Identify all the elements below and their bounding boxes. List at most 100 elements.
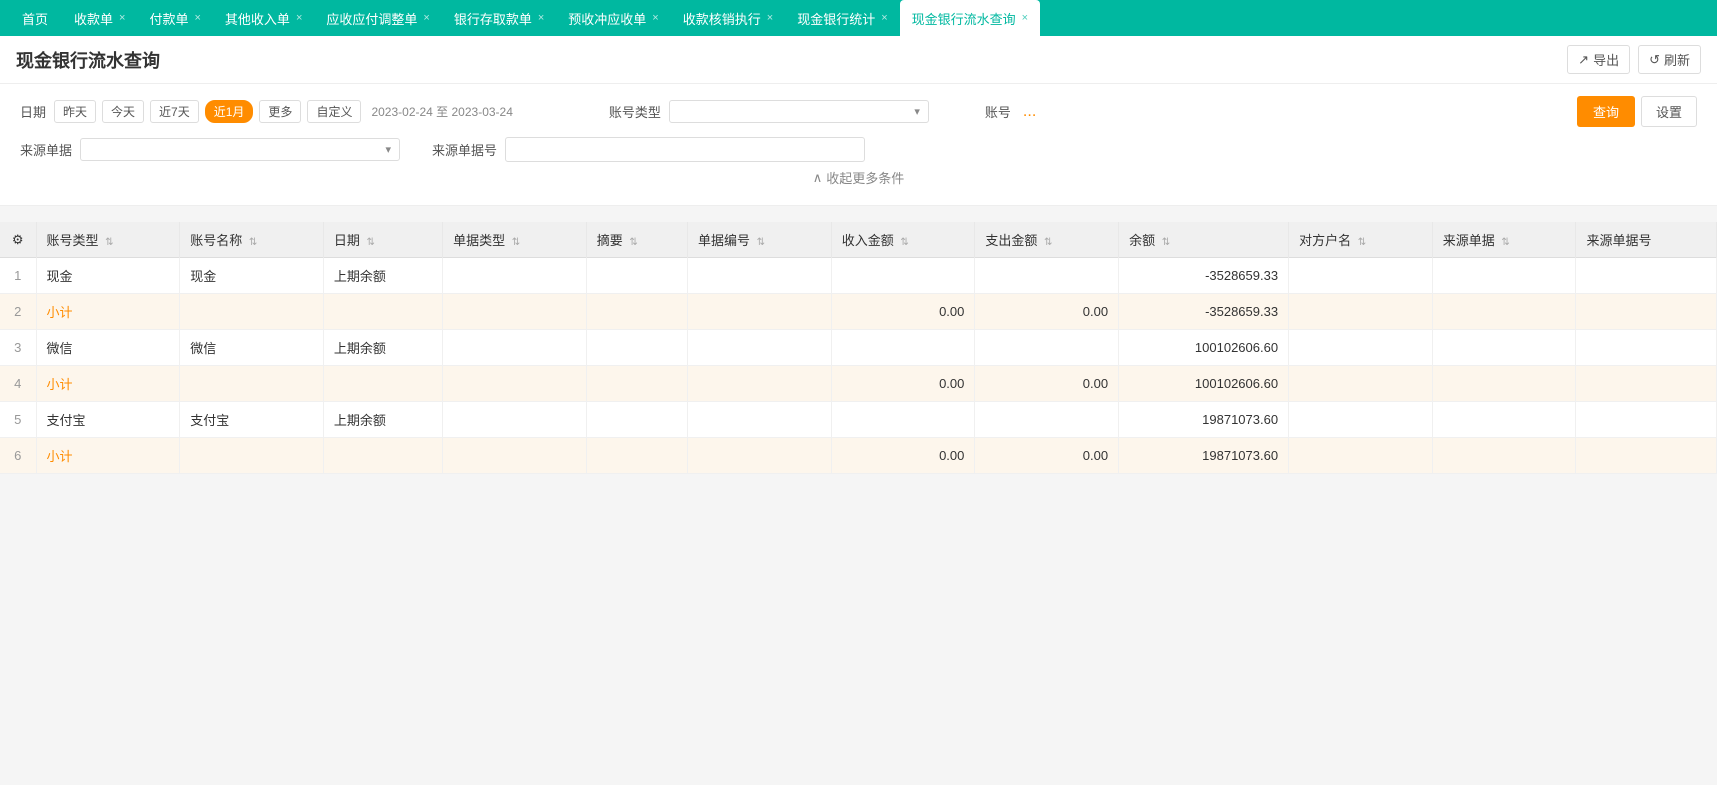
source-doc-no-filter-group: 来源单据号 [432,137,865,162]
export-button[interactable]: ↗ 导出 [1567,45,1630,74]
source-doc-no-input[interactable] [505,137,865,162]
collapse-button[interactable]: ∧ 收起更多条件 [20,162,1697,193]
table-row: 3微信微信上期余额100102606.60 [0,330,1717,366]
nav-home[interactable]: 首页 [8,0,62,36]
header-actions: ↗ 导出 ↺ 刷新 [1567,45,1701,74]
nav-tab-5[interactable]: 预收冲应收单 × [556,0,670,36]
date-btn-custom[interactable]: 自定义 [307,100,361,123]
cell-income: 0.00 [831,294,975,330]
account-label: 账号 [985,102,1011,121]
date-btn-more[interactable]: 更多 [259,100,301,123]
cell-source-doc [1432,402,1576,438]
cell-doc-type [443,294,587,330]
date-shortcuts: 昨天 今天 近7天 近1月 更多 自定义 2023-02-24 至 2023-0… [54,100,513,123]
cell-income [831,402,975,438]
settings-button[interactable]: 设置 [1641,96,1697,127]
table-body: 1现金现金上期余额-3528659.332小计0.000.00-3528659.… [0,258,1717,474]
nav-tab-7[interactable]: 现金银行统计 × [785,0,899,36]
col-source-doc-no: 来源单据号 [1576,222,1717,258]
query-button[interactable]: 查询 [1577,96,1635,127]
col-summary: 摘要 ⇅ [586,222,687,258]
sort-icon-account-name[interactable]: ⇅ [249,237,257,248]
cell-doc-type [443,330,587,366]
cell-date [323,294,442,330]
close-icon-6[interactable]: × [767,12,773,24]
cell-doc-no [688,330,832,366]
cell-doc-type [443,258,587,294]
close-icon-7[interactable]: × [881,12,887,24]
cell-source-doc [1432,438,1576,474]
filter-area: 日期 昨天 今天 近7天 近1月 更多 自定义 2023-02-24 至 202… [0,84,1717,206]
nav-tab-3[interactable]: 应收应付调整单 × [314,0,441,36]
source-doc-select[interactable]: ▾ [80,138,400,161]
sort-icon-date[interactable]: ⇅ [367,237,375,248]
cell-doc-no [688,294,832,330]
sort-icon-balance[interactable]: ⇅ [1162,237,1170,248]
sort-icon-doc-no[interactable]: ⇅ [757,237,765,248]
date-btn-7days[interactable]: 近7天 [150,100,199,123]
table-row: 4小计0.000.00100102606.60 [0,366,1717,402]
account-filter-group: 账号 ... [985,102,1040,121]
date-btn-1month[interactable]: 近1月 [205,100,254,123]
sort-icon-account-type[interactable]: ⇅ [105,237,113,248]
table-settings-icon[interactable]: ⚙ [0,222,36,258]
cell-account-name [180,294,324,330]
nav-tab-2[interactable]: 其他收入单 × [213,0,314,36]
sort-icon-source-doc[interactable]: ⇅ [1501,237,1509,248]
cell-counterpart [1289,366,1433,402]
close-icon-1[interactable]: × [194,12,200,24]
date-btn-yesterday[interactable]: 昨天 [54,100,96,123]
row-number: 4 [0,366,36,402]
sort-icon-expense[interactable]: ⇅ [1044,237,1052,248]
cell-summary [586,330,687,366]
nav-tab-6[interactable]: 收款核销执行 × [671,0,785,36]
account-type-filter-group: 账号类型 ▾ [609,100,929,123]
close-icon-5[interactable]: × [652,12,658,24]
sort-icon-counterpart[interactable]: ⇅ [1358,237,1366,248]
col-account-name: 账号名称 ⇅ [180,222,324,258]
cell-counterpart [1289,294,1433,330]
cell-account-type: 支付宝 [36,402,180,438]
cell-source-doc-no [1576,438,1717,474]
refresh-button[interactable]: ↺ 刷新 [1638,45,1701,74]
cell-doc-no [688,438,832,474]
cell-source-doc-no [1576,402,1717,438]
close-icon-0[interactable]: × [119,12,125,24]
row-number: 2 [0,294,36,330]
cell-account-name: 支付宝 [180,402,324,438]
close-icon-2[interactable]: × [296,12,302,24]
sort-icon-summary[interactable]: ⇅ [629,237,637,248]
date-btn-today[interactable]: 今天 [102,100,144,123]
cell-expense [975,258,1119,294]
sort-icon-doc-type[interactable]: ⇅ [512,237,520,248]
page-title: 现金银行流水查询 [16,47,160,73]
account-dots-button[interactable]: ... [1019,103,1040,121]
cell-expense: 0.00 [975,438,1119,474]
nav-tab-1[interactable]: 付款单 × [137,0,212,36]
cell-expense [975,330,1119,366]
cell-summary [586,402,687,438]
cell-doc-no [688,366,832,402]
cell-summary [586,366,687,402]
top-nav: 首页 收款单 × 付款单 × 其他收入单 × 应收应付调整单 × 银行存取款单 … [0,0,1717,36]
col-date: 日期 ⇅ [323,222,442,258]
close-icon-4[interactable]: × [538,12,544,24]
close-icon-3[interactable]: × [423,12,429,24]
table-row: 5支付宝支付宝上期余额19871073.60 [0,402,1717,438]
close-icon-8[interactable]: × [1022,12,1028,24]
cell-summary [586,258,687,294]
cell-income: 0.00 [831,366,975,402]
cell-expense: 0.00 [975,366,1119,402]
cell-source-doc [1432,258,1576,294]
nav-tab-8[interactable]: 现金银行流水查询 × [900,0,1040,36]
sort-icon-income[interactable]: ⇅ [900,237,908,248]
nav-tab-0[interactable]: 收款单 × [62,0,137,36]
cell-source-doc-no [1576,330,1717,366]
cell-date: 上期余额 [323,258,442,294]
source-doc-filter-group: 来源单据 ▾ [20,138,400,161]
nav-tab-4[interactable]: 银行存取款单 × [442,0,556,36]
cell-source-doc [1432,294,1576,330]
cell-account-type: 现金 [36,258,180,294]
cell-account-name: 现金 [180,258,324,294]
account-type-select[interactable]: ▾ [669,100,929,123]
